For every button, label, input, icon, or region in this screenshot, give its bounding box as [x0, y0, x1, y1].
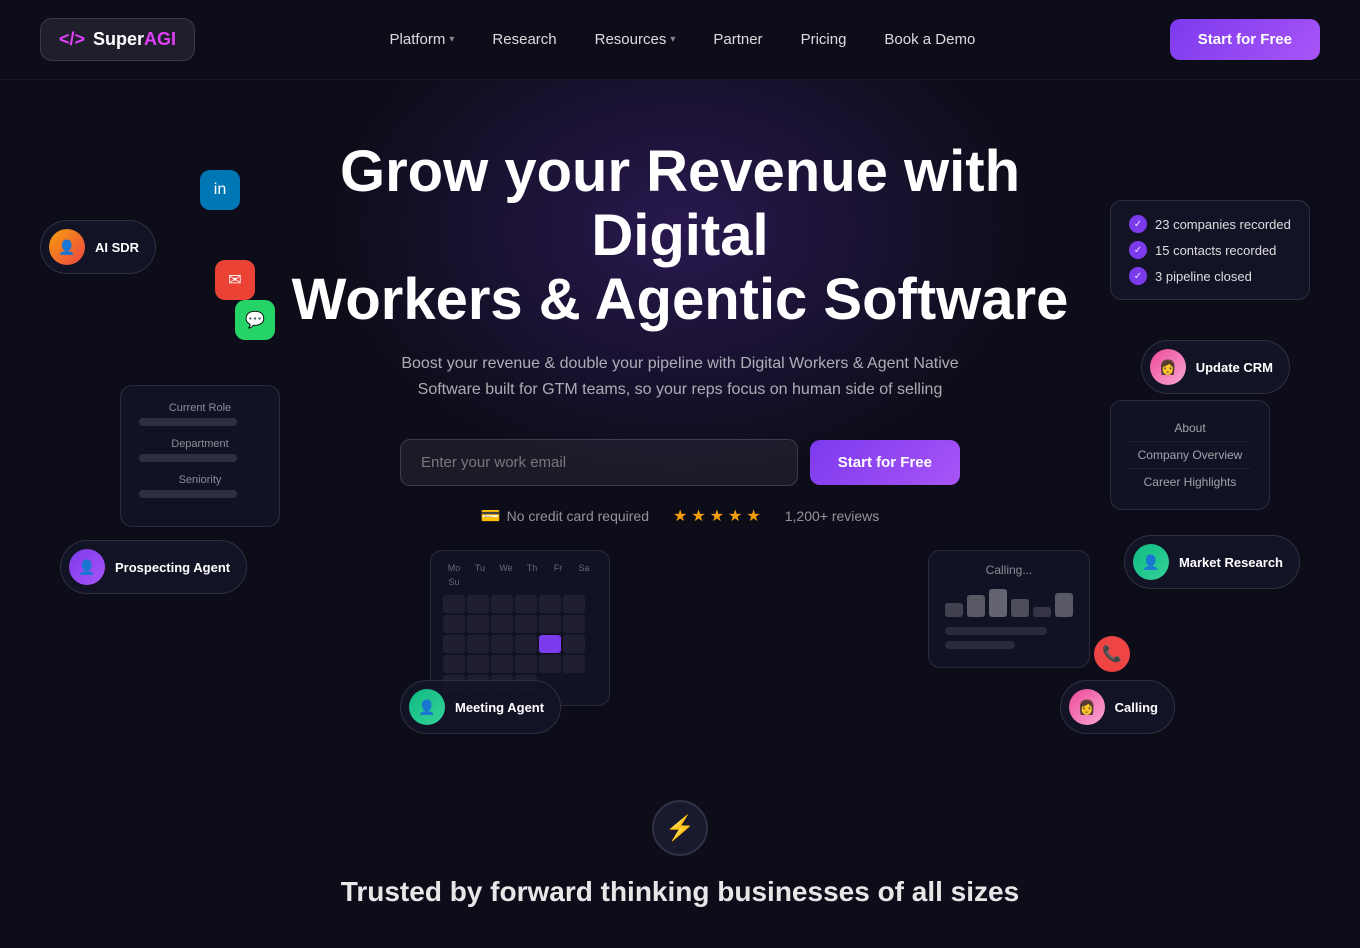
avatar: 👤	[409, 689, 445, 725]
form-field-bar	[139, 418, 237, 426]
no-credit-card-icon: 💳	[481, 506, 501, 526]
calling-waveform	[945, 587, 1073, 617]
hero-subtitle: Boost your revenue & double your pipelin…	[390, 351, 970, 402]
email-input[interactable]	[400, 439, 798, 486]
stats-item: ✓ 3 pipeline closed	[1129, 267, 1291, 285]
prospecting-agent-badge: 👤 Prospecting Agent	[60, 540, 247, 594]
email-icon: ✉	[215, 260, 255, 300]
calendar-widget: Mo Tu We Th Fr Sa Su	[430, 550, 610, 706]
check-icon: ✓	[1129, 215, 1147, 233]
nav-resources[interactable]: Resources ▾	[579, 23, 692, 56]
nav-partner[interactable]: Partner	[697, 23, 778, 56]
star-half-icon: ★	[746, 506, 760, 526]
stats-item: ✓ 15 contacts recorded	[1129, 241, 1291, 259]
linkedin-icon: in	[200, 170, 240, 210]
avatar: 👩	[1150, 349, 1186, 385]
calling-badge: 👩 Calling	[1060, 680, 1175, 734]
stats-item: ✓ 23 companies recorded	[1129, 215, 1291, 233]
avatar: 👤	[49, 229, 85, 265]
ai-sdr-badge: 👤 AI SDR	[40, 220, 156, 274]
company-card-item: Company Overview	[1129, 442, 1251, 469]
trusted-section: ⚡ Trusted by forward thinking businesses…	[0, 760, 1360, 948]
avatar: 👤	[69, 549, 105, 585]
nav-book-demo[interactable]: Book a Demo	[868, 23, 991, 56]
no-credit-text: 💳 No credit card required	[481, 506, 649, 526]
hero-section: 👤 AI SDR in ✉ 💬 ✓ 23 companies recorded …	[0, 80, 1360, 760]
hero-form: Start for Free	[400, 439, 960, 486]
ai-sdr-label: AI SDR	[95, 240, 139, 255]
avatar: 👩	[1069, 689, 1105, 725]
nav-research[interactable]: Research	[476, 23, 572, 56]
chevron-down-icon: ▾	[449, 34, 454, 45]
check-icon: ✓	[1129, 241, 1147, 259]
nav-links: Platform ▾ Research Resources ▾ Partner …	[374, 23, 992, 56]
market-research-label: Market Research	[1179, 555, 1283, 570]
company-card-item: Career Highlights	[1129, 469, 1251, 495]
update-crm-label: Update CRM	[1196, 360, 1273, 375]
hero-start-free-button[interactable]: Start for Free	[810, 440, 960, 485]
star-icon: ★	[710, 506, 724, 526]
calendar-header: Mo Tu We Th Fr Sa Su	[443, 563, 597, 587]
calling-label: Calling	[1115, 700, 1158, 715]
check-icon: ✓	[1129, 267, 1147, 285]
market-research-badge: 👤 Market Research	[1124, 535, 1300, 589]
nav-start-free-button[interactable]: Start for Free	[1170, 19, 1320, 60]
chevron-down-icon: ▾	[670, 34, 675, 45]
update-crm-badge: 👩 Update CRM	[1141, 340, 1290, 394]
calling-widget: Calling...	[928, 550, 1090, 668]
calling-status: Calling...	[945, 563, 1073, 577]
meeting-agent-badge: 👤 Meeting Agent	[400, 680, 561, 734]
form-field-label: Seniority	[139, 474, 261, 486]
star-icon: ★	[691, 506, 705, 526]
trusted-title: Trusted by forward thinking businesses o…	[40, 876, 1320, 908]
chat-icon: 💬	[235, 300, 275, 340]
prospecting-label: Prospecting Agent	[115, 560, 230, 575]
form-field-label: Department	[139, 438, 261, 450]
nav-platform[interactable]: Platform ▾	[374, 23, 471, 56]
company-info-card: About Company Overview Career Highlights	[1110, 400, 1270, 510]
calendar-grid	[443, 595, 597, 693]
hero-title: Grow your Revenue with Digital Workers &…	[280, 140, 1080, 331]
form-field-bar	[139, 454, 237, 462]
form-field-label: Current Role	[139, 402, 261, 414]
form-field-bar	[139, 490, 237, 498]
stats-card: ✓ 23 companies recorded ✓ 15 contacts re…	[1110, 200, 1310, 300]
nav-pricing[interactable]: Pricing	[785, 23, 863, 56]
call-end-button: 📞	[1094, 636, 1130, 672]
company-card-item: About	[1129, 415, 1251, 442]
trusted-icon: ⚡	[652, 800, 708, 856]
logo[interactable]: </> SuperAGI	[40, 18, 195, 61]
logo-icon: </>	[59, 29, 85, 50]
meeting-label: Meeting Agent	[455, 700, 544, 715]
star-icon: ★	[728, 506, 742, 526]
star-rating: ★ ★ ★ ★ ★	[673, 506, 761, 526]
star-icon: ★	[673, 506, 687, 526]
avatar: 👤	[1133, 544, 1169, 580]
navbar: </> SuperAGI Platform ▾ Research Resourc…	[0, 0, 1360, 80]
logo-text: SuperAGI	[93, 29, 176, 50]
reviews-count: 1,200+ reviews	[785, 508, 880, 524]
social-proof: 💳 No credit card required ★ ★ ★ ★ ★ 1,20…	[40, 506, 1320, 526]
